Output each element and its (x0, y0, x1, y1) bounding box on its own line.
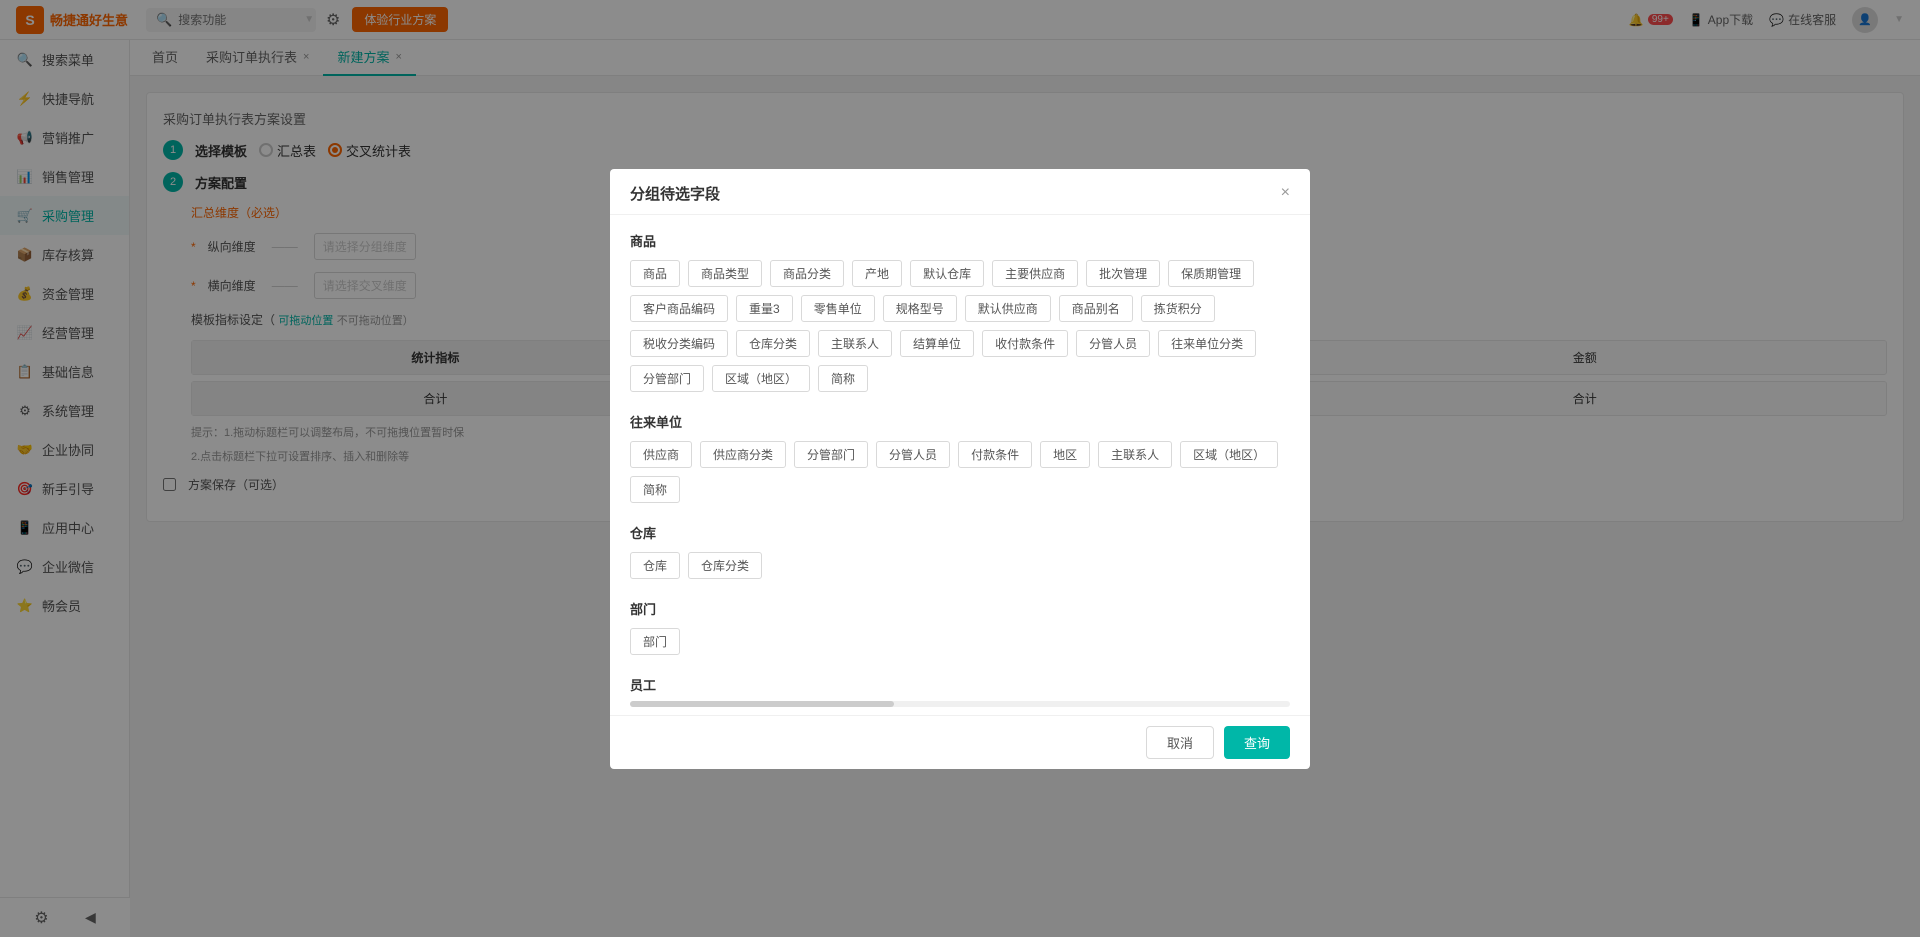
dialog-header: 分组待选字段 × (610, 169, 1310, 215)
section-tags-warehouse: 仓库仓库分类 (630, 552, 1290, 579)
field-tag-goods-4[interactable]: 默认仓库 (910, 260, 984, 287)
field-tag-goods-14[interactable]: 拣货积分 (1141, 295, 1215, 322)
field-tag-goods-3[interactable]: 产地 (852, 260, 902, 287)
section-warehouse: 仓库仓库仓库分类 (630, 523, 1290, 579)
section-title-employee: 员工 (630, 675, 1290, 694)
field-tag-goods-2[interactable]: 商品分类 (770, 260, 844, 287)
field-tag-goods-19[interactable]: 收付款条件 (982, 330, 1068, 357)
field-tag-goods-21[interactable]: 往来单位分类 (1158, 330, 1256, 357)
dialog-close-btn[interactable]: × (1281, 184, 1290, 202)
field-tag-goods-7[interactable]: 保质期管理 (1168, 260, 1254, 287)
field-tag-goods-18[interactable]: 结算单位 (900, 330, 974, 357)
field-tag-goods-23[interactable]: 区域（地区） (712, 365, 810, 392)
field-tag-goods-22[interactable]: 分管部门 (630, 365, 704, 392)
field-tag-goods-1[interactable]: 商品类型 (688, 260, 762, 287)
field-tag-goods-11[interactable]: 规格型号 (883, 295, 957, 322)
confirm-button[interactable]: 查询 (1224, 726, 1290, 759)
section-title-partner: 往来单位 (630, 412, 1290, 431)
section-title-goods: 商品 (630, 231, 1290, 250)
section-employee: 员工业务员 (630, 675, 1290, 701)
field-tag-goods-6[interactable]: 批次管理 (1086, 260, 1160, 287)
field-tag-partner-3[interactable]: 分管人员 (876, 441, 950, 468)
dialog: 分组待选字段 × 商品商品商品类型商品分类产地默认仓库主要供应商批次管理保质期管… (610, 169, 1310, 769)
field-tag-partner-5[interactable]: 地区 (1040, 441, 1090, 468)
field-tag-goods-17[interactable]: 主联系人 (818, 330, 892, 357)
dialog-body: 商品商品商品类型商品分类产地默认仓库主要供应商批次管理保质期管理客户商品编码重量… (610, 215, 1310, 701)
section-title-department: 部门 (630, 599, 1290, 618)
dialog-title: 分组待选字段 (630, 183, 720, 204)
dialog-horizontal-scrollbar[interactable] (630, 701, 1290, 707)
field-tag-goods-8[interactable]: 客户商品编码 (630, 295, 728, 322)
modal-overlay: 分组待选字段 × 商品商品商品类型商品分类产地默认仓库主要供应商批次管理保质期管… (0, 0, 1920, 937)
section-goods: 商品商品商品类型商品分类产地默认仓库主要供应商批次管理保质期管理客户商品编码重量… (630, 231, 1290, 392)
section-tags-department: 部门 (630, 628, 1290, 655)
field-tag-partner-2[interactable]: 分管部门 (794, 441, 868, 468)
field-tag-warehouse-0[interactable]: 仓库 (630, 552, 680, 579)
field-tag-goods-20[interactable]: 分管人员 (1076, 330, 1150, 357)
field-tag-partner-1[interactable]: 供应商分类 (700, 441, 786, 468)
section-tags-partner: 供应商供应商分类分管部门分管人员付款条件地区主联系人区域（地区） 简称 (630, 441, 1290, 503)
cancel-button[interactable]: 取消 (1146, 726, 1214, 759)
section-department: 部门部门 (630, 599, 1290, 655)
field-tag-partner-8[interactable]: 简称 (630, 476, 680, 503)
section-title-warehouse: 仓库 (630, 523, 1290, 542)
field-tag-goods-16[interactable]: 仓库分类 (736, 330, 810, 357)
field-tag-goods-9[interactable]: 重量3 (736, 295, 793, 322)
field-tag-goods-10[interactable]: 零售单位 (801, 295, 875, 322)
dialog-footer: 取消 查询 (610, 715, 1310, 769)
section-tags-goods: 商品商品类型商品分类产地默认仓库主要供应商批次管理保质期管理客户商品编码重量3 零… (630, 260, 1290, 392)
field-tag-goods-15[interactable]: 税收分类编码 (630, 330, 728, 357)
field-tag-goods-0[interactable]: 商品 (630, 260, 680, 287)
field-tag-warehouse-1[interactable]: 仓库分类 (688, 552, 762, 579)
field-tag-goods-13[interactable]: 商品别名 (1059, 295, 1133, 322)
field-tag-partner-4[interactable]: 付款条件 (958, 441, 1032, 468)
field-tag-partner-7[interactable]: 区域（地区） (1180, 441, 1278, 468)
field-tag-goods-12[interactable]: 默认供应商 (965, 295, 1051, 322)
field-tag-partner-6[interactable]: 主联系人 (1098, 441, 1172, 468)
field-tag-goods-5[interactable]: 主要供应商 (992, 260, 1078, 287)
field-tag-goods-24[interactable]: 简称 (818, 365, 868, 392)
field-tag-partner-0[interactable]: 供应商 (630, 441, 692, 468)
section-partner: 往来单位供应商供应商分类分管部门分管人员付款条件地区主联系人区域（地区） 简称 (630, 412, 1290, 503)
field-tag-department-0[interactable]: 部门 (630, 628, 680, 655)
